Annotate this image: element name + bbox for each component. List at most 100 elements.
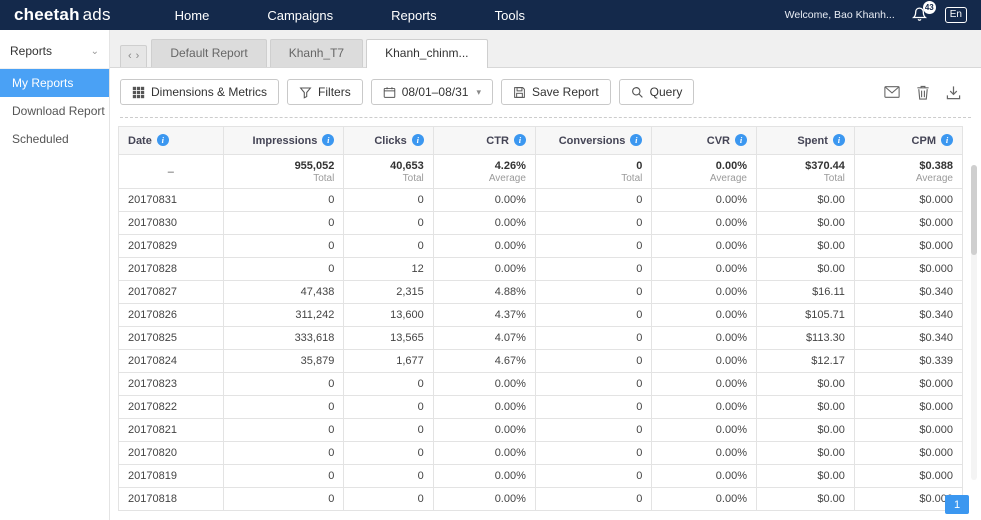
row-value-cell: 0.00% [432, 234, 536, 258]
row-value-cell: 311,242 [222, 303, 345, 327]
row-value-cell: 0.00% [651, 441, 757, 465]
save-report-button[interactable]: Save Report [500, 79, 611, 105]
filter-funnel-icon [299, 86, 312, 99]
calendar-icon [383, 86, 396, 99]
row-value-cell: $0.000 [853, 464, 964, 488]
sidebar-item-download-report[interactable]: Download Report [0, 97, 109, 125]
report-tab-strip: ‹ › Default Report Khanh_T7 Khanh_chinm... [110, 30, 981, 68]
row-value-cell: 0.00% [651, 303, 757, 327]
row-value-cell: 0.00% [432, 372, 536, 396]
query-button[interactable]: Query [618, 79, 695, 105]
row-value-cell: $0.000 [853, 441, 964, 465]
search-icon [631, 86, 644, 99]
row-value-cell: 13,565 [343, 326, 434, 350]
tab-scroll-arrows[interactable]: ‹ › [120, 45, 148, 67]
nav-items: Home Campaigns Reports Tools [171, 6, 529, 25]
table-row: 20170827 47,438 2,315 4.88% 0 0.00% $16.11 $0.3… [118, 280, 964, 304]
table-vertical-scrollbar[interactable] [971, 165, 977, 480]
info-icon[interactable]: i [513, 134, 526, 146]
row-value-cell: 0 [534, 418, 653, 442]
row-value-cell: 0 [222, 211, 345, 235]
nav-item-home[interactable]: Home [171, 6, 214, 25]
grid-icon [132, 86, 145, 99]
column-header-spent[interactable]: Spent i [756, 126, 855, 155]
total-value: 0.00% [715, 160, 747, 172]
column-header-date[interactable]: Date i [118, 126, 224, 155]
row-value-cell: $0.000 [853, 257, 964, 281]
column-header-clicks[interactable]: Clicks i [343, 126, 434, 155]
row-value-cell: 0.00% [651, 349, 757, 373]
info-icon[interactable]: i [832, 134, 845, 146]
sidebar-item-my-reports[interactable]: My Reports [0, 69, 109, 97]
notifications-bell-icon[interactable]: 43 [911, 1, 936, 24]
info-icon[interactable]: i [735, 134, 747, 146]
table-row: 20170822 0 0 0.00% 0 0.00% $0.00 $0.000 [118, 395, 964, 419]
sidebar-section-reports[interactable]: Reports ⌄ [0, 30, 109, 69]
scrollbar-thumb[interactable] [971, 165, 977, 255]
tab-default-report[interactable]: Default Report [151, 39, 267, 67]
row-date-cell: 20170821 [118, 418, 224, 442]
save-icon [513, 86, 526, 99]
table-header-row: Date i Impressions i Clicks i CTR i Conversions i… [118, 126, 964, 155]
filters-button[interactable]: Filters [287, 79, 363, 105]
nav-item-reports[interactable]: Reports [387, 6, 441, 25]
logo-text-bold: cheetah [14, 5, 80, 24]
table-row: 20170820 0 0 0.00% 0 0.00% $0.00 $0.000 [118, 441, 964, 465]
pagination-page-1[interactable]: 1 [945, 495, 969, 514]
app-logo[interactable]: cheetah ads [14, 5, 111, 25]
dimensions-metrics-button[interactable]: Dimensions & Metrics [120, 79, 280, 105]
row-value-cell: 13,600 [343, 303, 434, 327]
row-value-cell: 0.00% [651, 418, 757, 442]
email-report-icon[interactable] [884, 85, 900, 99]
total-value: $0.388 [919, 160, 953, 172]
info-icon[interactable]: i [322, 134, 335, 146]
nav-item-tools[interactable]: Tools [491, 6, 529, 25]
column-header-label: Date [128, 135, 152, 147]
tab-khanh-chinm[interactable]: Khanh_chinm... [366, 39, 488, 68]
info-icon[interactable]: i [156, 134, 169, 146]
column-header-label: Spent [797, 135, 828, 147]
total-cell: $370.44 Total [756, 154, 855, 189]
delete-report-icon[interactable] [916, 85, 930, 100]
row-value-cell: 0.00% [651, 280, 757, 304]
download-report-icon[interactable] [946, 85, 961, 100]
tab-scroll-right-icon[interactable]: › [136, 50, 140, 62]
row-value-cell: 0 [534, 372, 653, 396]
info-icon[interactable]: i [630, 134, 643, 146]
tab-scroll-left-icon[interactable]: ‹ [128, 50, 132, 62]
total-value: 40,653 [390, 160, 424, 172]
date-range-button[interactable]: 08/01–08/31 ▾ [370, 79, 493, 105]
welcome-text[interactable]: Welcome, Bao Khanh... [785, 9, 895, 21]
info-icon[interactable]: i [941, 134, 953, 146]
table-row: 20170830 0 0 0.00% 0 0.00% $0.00 $0.000 [118, 211, 964, 235]
column-header-impressions[interactable]: Impressions i [222, 126, 345, 155]
row-value-cell: $0.00 [756, 188, 855, 212]
info-icon[interactable]: i [411, 134, 424, 146]
table-row: 20170824 35,879 1,677 4.67% 0 0.00% $12.17 $0.3… [118, 349, 964, 373]
column-header-cpm[interactable]: CPM i [853, 126, 964, 155]
row-value-cell: 0 [343, 441, 434, 465]
query-label: Query [649, 85, 683, 99]
dimensions-metrics-label: Dimensions & Metrics [151, 85, 268, 99]
column-header-ctr[interactable]: CTR i [432, 126, 536, 155]
tab-khanh-t7[interactable]: Khanh_T7 [269, 39, 364, 67]
row-date-cell: 20170831 [118, 188, 224, 212]
row-date-cell: 20170818 [118, 487, 224, 511]
column-header-cvr[interactable]: CVR i [651, 126, 757, 155]
row-date-cell: 20170827 [118, 280, 224, 304]
total-cell: 955,052 Total [222, 154, 345, 189]
row-value-cell: 0.00% [432, 418, 536, 442]
column-header-conversions[interactable]: Conversions i [534, 126, 653, 155]
row-value-cell: 0 [534, 257, 653, 281]
chevron-down-icon: ▾ [476, 86, 481, 97]
row-value-cell: 0.00% [432, 257, 536, 281]
language-selector[interactable]: En [944, 7, 967, 23]
row-value-cell: 4.37% [432, 303, 536, 327]
report-table-wrap: Date i Impressions i Clicks i CTR i Conversions i… [118, 126, 964, 511]
sidebar-item-scheduled[interactable]: Scheduled [0, 125, 109, 153]
row-value-cell: $0.340 [853, 326, 964, 350]
row-value-cell: $0.339 [853, 349, 964, 373]
row-value-cell: 0 [534, 234, 653, 258]
nav-item-campaigns[interactable]: Campaigns [263, 6, 337, 25]
row-value-cell: 0.00% [651, 487, 757, 511]
